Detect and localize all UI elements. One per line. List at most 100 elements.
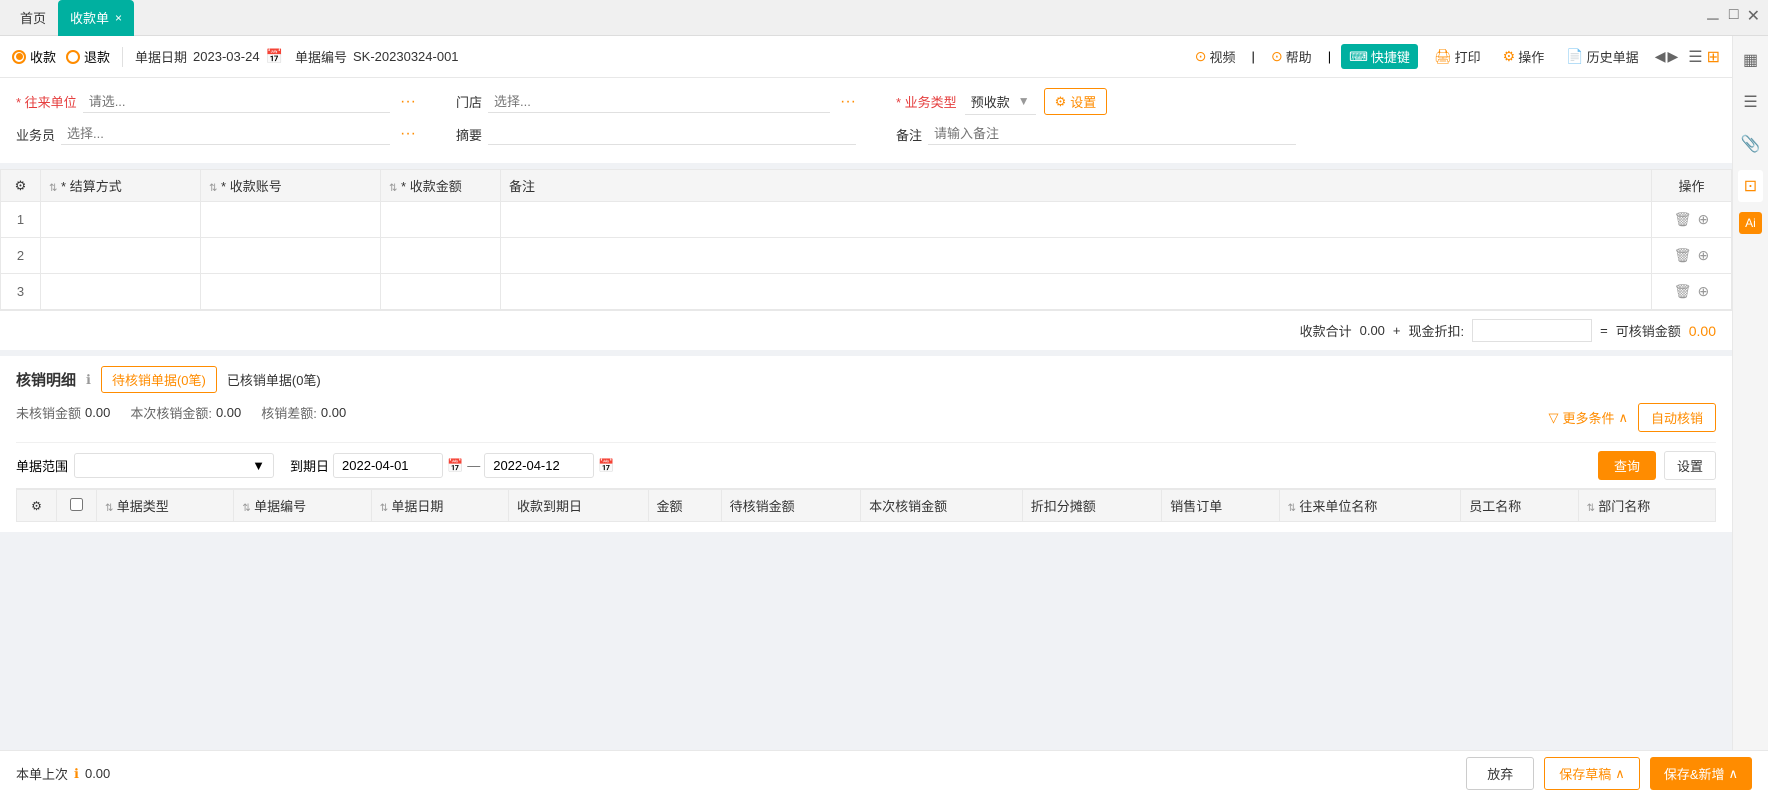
delete-icon-2[interactable]: 🗑: [1674, 247, 1692, 264]
operate-btn[interactable]: ⚙ 操作: [1497, 45, 1551, 68]
no-sort[interactable]: ⇅: [242, 503, 250, 514]
payment-input-2[interactable]: [41, 238, 200, 273]
account-input-1[interactable]: [201, 202, 380, 237]
nav-prev[interactable]: ◀: [1655, 48, 1666, 65]
copy-icon-2[interactable]: ⊕: [1698, 247, 1710, 264]
payment-input-1[interactable]: [41, 202, 200, 237]
staff-input[interactable]: [61, 123, 390, 145]
ai-btn[interactable]: Ai: [1739, 212, 1762, 234]
date-from-input[interactable]: [333, 453, 443, 478]
col-date: ⇅ 单据日期: [371, 490, 508, 522]
range-select[interactable]: ▼: [74, 453, 274, 478]
account-cell-1[interactable]: [201, 202, 381, 238]
account-sort-icon[interactable]: ⇅: [209, 183, 217, 194]
summary-input[interactable]: [488, 123, 856, 145]
amount-cell-2[interactable]: [381, 238, 501, 274]
payment-cell-1[interactable]: [41, 202, 201, 238]
help-btn[interactable]: ⊙ 帮助: [1265, 45, 1318, 68]
col-gear-2[interactable]: ⚙: [17, 490, 57, 522]
discount-input[interactable]: [1472, 319, 1592, 342]
tab-close-icon[interactable]: ×: [115, 11, 122, 25]
history-btn[interactable]: 📄 历史单据: [1560, 45, 1644, 68]
maximize-btn[interactable]: □: [1729, 6, 1739, 30]
delete-icon-1[interactable]: 🗑: [1674, 211, 1692, 228]
discard-btn[interactable]: 放弃: [1466, 757, 1534, 790]
prev-info-icon[interactable]: ℹ: [74, 766, 79, 782]
date-from-icon[interactable]: 📅: [447, 458, 463, 474]
radio-receipt[interactable]: 收款: [12, 47, 56, 66]
done-tab[interactable]: 已核销单据(0笔): [227, 370, 321, 389]
select-all-checkbox[interactable]: [70, 498, 83, 511]
query-btn[interactable]: 查询: [1598, 451, 1656, 480]
copy-icon-3[interactable]: ⊕: [1698, 283, 1710, 300]
account-cell-2[interactable]: [201, 238, 381, 274]
amount-cell-1[interactable]: [381, 202, 501, 238]
close-btn[interactable]: ✕: [1747, 6, 1760, 30]
verif-info-icon[interactable]: ℹ: [86, 372, 91, 388]
more-conditions-btn[interactable]: ▽ 更多条件 ∧: [1548, 408, 1628, 427]
dept-sort[interactable]: ⇅: [1587, 503, 1595, 514]
tab-current[interactable]: 收款单 ×: [58, 0, 134, 36]
account-label: * 收款账号: [221, 179, 282, 194]
payment-cell-3[interactable]: [41, 274, 201, 310]
amount-cell-3[interactable]: [381, 274, 501, 310]
nav-next[interactable]: ▶: [1667, 48, 1678, 65]
note-input-3[interactable]: [501, 274, 1651, 309]
note-input-1[interactable]: [501, 202, 1651, 237]
shortcut-btn[interactable]: ⌨ 快捷键: [1341, 44, 1418, 69]
sidebar-attach-icon[interactable]: 📎: [1735, 128, 1767, 160]
sidebar-table-icon[interactable]: ▦: [1737, 44, 1764, 76]
date-picker-icon[interactable]: 📅: [266, 48, 283, 65]
grid-view-btn[interactable]: ⊞: [1707, 47, 1720, 67]
date-to-input[interactable]: [484, 453, 594, 478]
col-checkbox-2[interactable]: [57, 490, 97, 522]
save-new-btn[interactable]: 保存&新增 ∧: [1650, 757, 1752, 790]
amount-input-3[interactable]: [381, 274, 500, 309]
counterpart-input[interactable]: [83, 91, 390, 113]
biz-type-select[interactable]: 预收款 ▼: [965, 89, 1036, 115]
date-to-icon[interactable]: 📅: [598, 458, 614, 474]
second-table-area: ⚙ ⇅ 单据类型 ⇅ 单据编号 ⇅: [16, 488, 1716, 522]
note-input-2[interactable]: [501, 238, 1651, 273]
filter-settings-btn[interactable]: 设置: [1664, 451, 1716, 480]
radio-refund[interactable]: 退款: [66, 47, 110, 66]
type-sort[interactable]: ⇅: [105, 503, 113, 514]
form-row-1: * 往来单位 ··· 门店 ··· * 业务类型 预收款 ▼ ⚙ 设置: [16, 88, 1716, 115]
counterpart-2-sort[interactable]: ⇅: [1288, 503, 1296, 514]
account-cell-3[interactable]: [201, 274, 381, 310]
sidebar-list-icon[interactable]: ☰: [1737, 86, 1763, 118]
amount-input-2[interactable]: [381, 238, 500, 273]
staff-more-btn[interactable]: ···: [400, 125, 416, 143]
counterpart-more-btn[interactable]: ···: [400, 93, 416, 111]
auto-verif-btn[interactable]: 自动核销: [1638, 403, 1716, 432]
settings-btn[interactable]: ⚙ 设置: [1044, 88, 1108, 115]
bill-date-label: 单据日期: [135, 47, 187, 66]
payment-sort-icon[interactable]: ⇅: [49, 183, 57, 194]
save-draft-arrow: ∧: [1615, 766, 1625, 782]
list-view-btn[interactable]: ☰: [1688, 47, 1702, 67]
account-input-2[interactable]: [201, 238, 380, 273]
note-cell-1[interactable]: [501, 202, 1652, 238]
video-btn[interactable]: ⊙ 视频: [1189, 45, 1242, 68]
shop-input[interactable]: [488, 91, 830, 113]
save-draft-btn[interactable]: 保存草稿 ∧: [1544, 757, 1640, 790]
note-cell-3[interactable]: [501, 274, 1652, 310]
date-sort[interactable]: ⇅: [380, 503, 388, 514]
payment-input-3[interactable]: [41, 274, 200, 309]
minimize-btn[interactable]: －: [1705, 6, 1721, 30]
note-input[interactable]: [928, 123, 1296, 145]
shop-more-btn[interactable]: ···: [840, 93, 856, 111]
table-area: ⚙ ⇅ * 结算方式 ⇅ * 收款账号 ⇅ * 收款金额: [0, 169, 1732, 310]
sidebar-screenshot-icon[interactable]: ⊡: [1738, 170, 1763, 202]
payment-cell-2[interactable]: [41, 238, 201, 274]
amount-sort-icon[interactable]: ⇅: [389, 183, 397, 194]
amount-input-1[interactable]: [381, 202, 500, 237]
col-settings-header[interactable]: ⚙: [1, 170, 41, 202]
delete-icon-3[interactable]: 🗑: [1674, 283, 1692, 300]
copy-icon-1[interactable]: ⊕: [1698, 211, 1710, 228]
print-btn[interactable]: 🖨 打印: [1428, 45, 1487, 68]
pending-tab[interactable]: 待核销单据(0笔): [101, 366, 217, 393]
tab-home[interactable]: 首页: [8, 0, 58, 36]
note-cell-2[interactable]: [501, 238, 1652, 274]
account-input-3[interactable]: [201, 274, 380, 309]
